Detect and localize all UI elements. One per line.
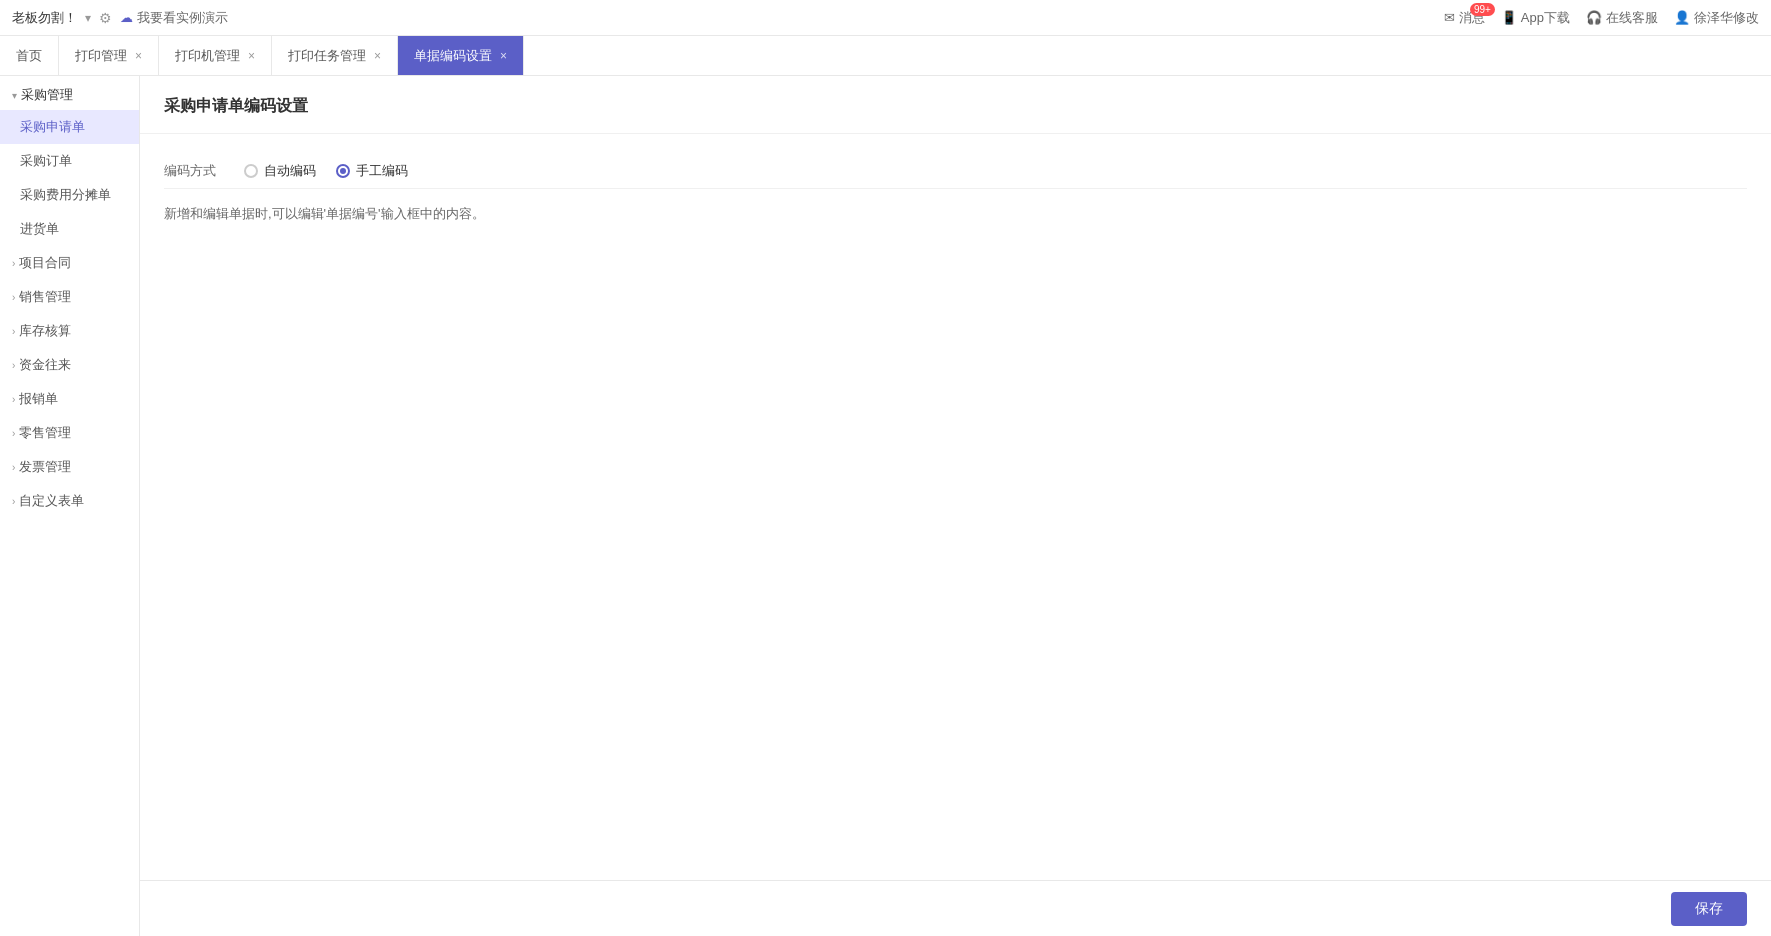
chevron-right-icon: › <box>12 258 15 269</box>
avatar-icon: 👤 <box>1674 10 1690 25</box>
auto-code-option[interactable]: 自动编码 <box>244 162 316 180</box>
chevron-down-icon: ▾ <box>12 90 17 101</box>
tab-print-mgmt-label: 打印管理 <box>75 47 127 65</box>
dropdown-arrow-icon[interactable]: ▾ <box>85 11 91 25</box>
sidebar-group-retail-mgmt-label: 零售管理 <box>19 424 71 442</box>
tab-print-task[interactable]: 打印任务管理 × <box>272 36 398 75</box>
sidebar-item-purchase-order-label: 采购订单 <box>20 153 72 168</box>
sidebar: ▾ 采购管理 采购申请单 采购订单 采购费用分摊单 进货单 › 项目合同 › 销… <box>0 76 140 936</box>
sidebar-group-sales-return[interactable]: › 报销单 <box>0 382 139 416</box>
content-area: 采购申请单编码设置 编码方式 自动编码 手工编码 <box>140 76 1771 936</box>
tab-home-label: 首页 <box>16 47 42 65</box>
tab-print-task-close[interactable]: × <box>374 49 381 63</box>
sidebar-group-retail-mgmt[interactable]: › 零售管理 <box>0 416 139 450</box>
tab-printer-mgmt-close[interactable]: × <box>248 49 255 63</box>
sidebar-group-sales-return-label: 报销单 <box>19 390 58 408</box>
sidebar-item-stock-in[interactable]: 进货单 <box>0 212 139 246</box>
sidebar-group-funds[interactable]: › 资金往来 <box>0 348 139 382</box>
chevron-right-icon6: › <box>12 428 15 439</box>
sidebar-group-procurement-label: 采购管理 <box>21 86 73 104</box>
encoding-method-label: 编码方式 <box>164 162 224 180</box>
chevron-right-icon4: › <box>12 360 15 371</box>
demo-text: 我要看实例演示 <box>137 9 228 27</box>
demo-link[interactable]: ☁ 我要看实例演示 <box>120 9 228 27</box>
auto-code-label: 自动编码 <box>264 162 316 180</box>
chevron-right-icon3: › <box>12 326 15 337</box>
tab-home[interactable]: 首页 <box>0 36 59 75</box>
top-bar-right: ✉ 消息 99+ 📱 App下载 🎧 在线客服 👤 徐泽华修改 <box>1444 9 1759 27</box>
tab-single-code-close[interactable]: × <box>500 49 507 63</box>
encoding-form: 编码方式 自动编码 手工编码 新增和编辑单据时,可以编辑'单据编号'输入框中的内… <box>140 134 1771 243</box>
sidebar-group-funds-label: 资金往来 <box>19 356 71 374</box>
headset-icon: 🎧 <box>1586 10 1602 25</box>
page-title: 采购申请单编码设置 <box>164 96 1747 117</box>
content-inner: 采购申请单编码设置 编码方式 自动编码 手工编码 <box>140 76 1771 880</box>
tab-single-code-label: 单据编码设置 <box>414 47 492 65</box>
user-name: 徐泽华修改 <box>1694 9 1759 27</box>
tab-bar: 首页 打印管理 × 打印机管理 × 打印任务管理 × 单据编码设置 × <box>0 36 1771 76</box>
phone-icon: 📱 <box>1501 10 1517 25</box>
tab-single-code[interactable]: 单据编码设置 × <box>398 36 524 75</box>
sidebar-group-sales-mgmt-label: 销售管理 <box>19 288 71 306</box>
sidebar-group-sales-mgmt[interactable]: › 销售管理 <box>0 280 139 314</box>
radio-group: 自动编码 手工编码 <box>244 162 408 180</box>
save-button[interactable]: 保存 <box>1671 892 1747 926</box>
online-service-button[interactable]: 🎧 在线客服 <box>1586 9 1658 27</box>
top-bar-title: 老板勿割！ <box>12 9 77 27</box>
message-button[interactable]: ✉ 消息 99+ <box>1444 9 1485 27</box>
sidebar-group-project-contract-label: 项目合同 <box>19 254 71 272</box>
chevron-right-icon2: › <box>12 292 15 303</box>
message-icon: ✉ <box>1444 10 1455 25</box>
sidebar-group-invoice-mgmt-label: 发票管理 <box>19 458 71 476</box>
chevron-right-icon7: › <box>12 462 15 473</box>
manual-code-option[interactable]: 手工编码 <box>336 162 408 180</box>
manual-code-label: 手工编码 <box>356 162 408 180</box>
manual-code-radio[interactable] <box>336 164 350 178</box>
sidebar-item-purchase-request-label: 采购申请单 <box>20 119 85 134</box>
top-bar-left: 老板勿割！ ▾ ⚙ ☁ 我要看实例演示 <box>12 9 228 27</box>
sidebar-group-inventory[interactable]: › 库存核算 <box>0 314 139 348</box>
encoding-method-row: 编码方式 自动编码 手工编码 <box>164 154 1747 189</box>
chevron-right-icon5: › <box>12 394 15 405</box>
main-layout: ▾ 采购管理 采购申请单 采购订单 采购费用分摊单 进货单 › 项目合同 › 销… <box>0 76 1771 936</box>
user-menu[interactable]: 👤 徐泽华修改 <box>1674 9 1759 27</box>
auto-code-radio[interactable] <box>244 164 258 178</box>
tab-print-mgmt-close[interactable]: × <box>135 49 142 63</box>
top-bar: 老板勿割！ ▾ ⚙ ☁ 我要看实例演示 ✉ 消息 99+ 📱 App下载 🎧 在… <box>0 0 1771 36</box>
page-header: 采购申请单编码设置 <box>140 76 1771 134</box>
sidebar-group-project-contract[interactable]: › 项目合同 <box>0 246 139 280</box>
app-download-button[interactable]: 📱 App下载 <box>1501 9 1570 27</box>
sidebar-item-purchase-order[interactable]: 采购订单 <box>0 144 139 178</box>
sidebar-item-purchase-expense[interactable]: 采购费用分摊单 <box>0 178 139 212</box>
sidebar-item-stock-in-label: 进货单 <box>20 221 59 236</box>
tab-printer-mgmt[interactable]: 打印机管理 × <box>159 36 272 75</box>
sidebar-group-procurement[interactable]: ▾ 采购管理 <box>0 76 139 110</box>
encoding-description: 新增和编辑单据时,可以编辑'单据编号'输入框中的内容。 <box>164 205 1747 223</box>
gear-icon[interactable]: ⚙ <box>99 10 112 26</box>
tab-print-task-label: 打印任务管理 <box>288 47 366 65</box>
message-badge: 99+ <box>1470 3 1495 16</box>
bottom-bar: 保存 <box>140 880 1771 936</box>
sidebar-item-purchase-request[interactable]: 采购申请单 <box>0 110 139 144</box>
app-label: App下载 <box>1521 9 1570 27</box>
tab-printer-mgmt-label: 打印机管理 <box>175 47 240 65</box>
sidebar-group-invoice-mgmt[interactable]: › 发票管理 <box>0 450 139 484</box>
cloud-icon: ☁ <box>120 10 133 25</box>
chevron-right-icon8: › <box>12 496 15 507</box>
sidebar-group-inventory-label: 库存核算 <box>19 322 71 340</box>
tab-print-mgmt[interactable]: 打印管理 × <box>59 36 159 75</box>
service-label: 在线客服 <box>1606 9 1658 27</box>
sidebar-group-custom-forms-label: 自定义表单 <box>19 492 84 510</box>
sidebar-group-custom-forms[interactable]: › 自定义表单 <box>0 484 139 518</box>
sidebar-item-purchase-expense-label: 采购费用分摊单 <box>20 187 111 202</box>
